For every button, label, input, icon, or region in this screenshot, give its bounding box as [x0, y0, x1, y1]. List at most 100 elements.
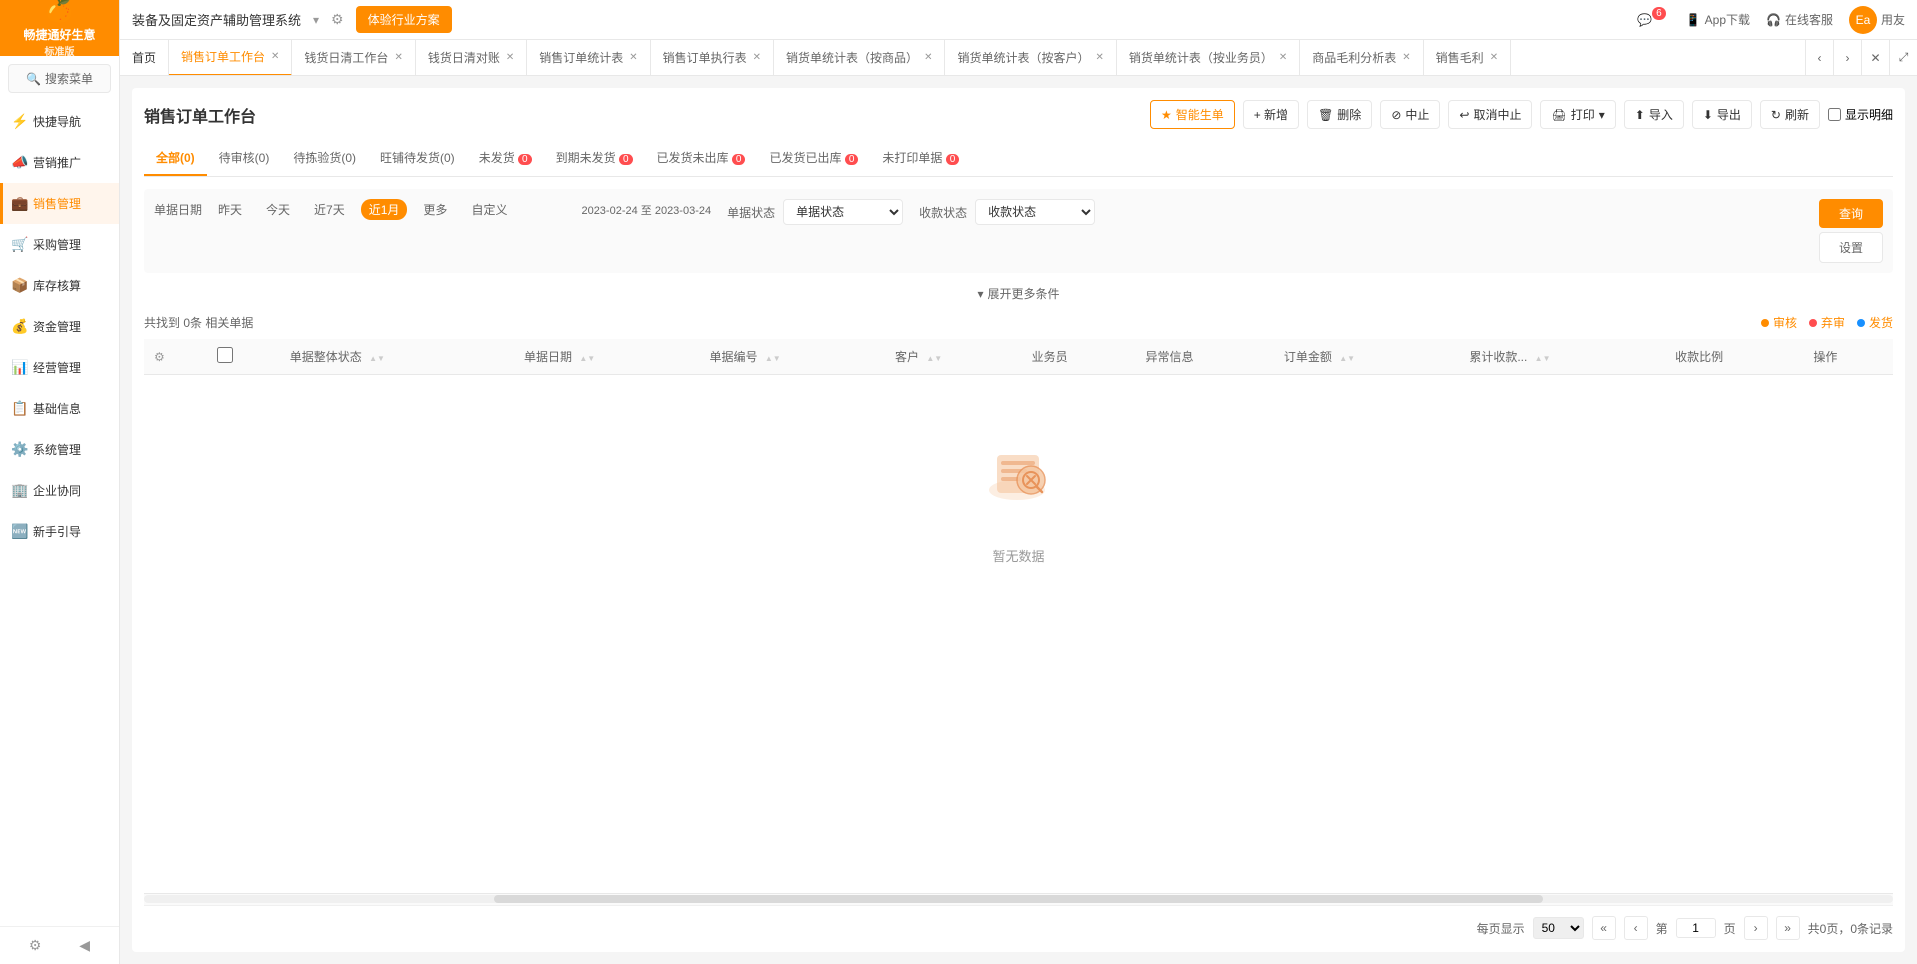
sidebar-item-guide[interactable]: 🆕 新手引导 — [0, 511, 119, 552]
smart-gen-btn[interactable]: ★ 智能生单 — [1150, 100, 1235, 129]
tab-close-icon[interactable]: ✕ — [1095, 52, 1103, 63]
sidebar-item-basic[interactable]: 📋 基础信息 — [0, 388, 119, 429]
import-label: 导入 — [1649, 106, 1673, 123]
tab-close-icon[interactable]: ✕ — [506, 52, 514, 63]
sidebar-item-sales[interactable]: 💼 销售管理 — [0, 183, 119, 224]
tab-next-btn[interactable]: › — [1833, 40, 1861, 76]
scroll-bar-wrapper[interactable] — [144, 893, 1893, 905]
tab-sales-product[interactable]: 销货单统计表（按商品） ✕ — [774, 40, 945, 76]
sidebar-item-finance[interactable]: 💰 资金管理 — [0, 306, 119, 347]
sub-tab-overdue[interactable]: 到期未发货 0 — [544, 141, 645, 176]
tab-expand-btn[interactable]: ⤢ — [1889, 40, 1917, 76]
sidebar-item-operation[interactable]: 📊 经营管理 — [0, 347, 119, 388]
table-settings-icon[interactable]: ⚙ — [154, 350, 165, 364]
sidebar-search-area[interactable]: 🔍 搜索菜单 — [0, 56, 119, 101]
select-all-checkbox[interactable] — [217, 347, 233, 363]
tab-sales-gross[interactable]: 销售毛利 ✕ — [1424, 40, 1511, 76]
message-item[interactable]: 💬 6 — [1637, 13, 1670, 27]
status-filter-select[interactable]: 单据状态 — [783, 199, 903, 225]
tab-gross-margin[interactable]: 商品毛利分析表 ✕ — [1300, 40, 1423, 76]
filter-custom[interactable]: 自定义 — [463, 199, 515, 220]
query-btn[interactable]: 查询 — [1819, 199, 1883, 228]
show-detail-checkbox[interactable] — [1828, 108, 1841, 121]
refresh-btn[interactable]: ↻ 刷新 — [1760, 100, 1820, 129]
tab-close-all-btn[interactable]: ✕ — [1861, 40, 1889, 76]
tab-close-icon[interactable]: ✕ — [1490, 52, 1498, 63]
payment-filter-select[interactable]: 收款状态 — [975, 199, 1095, 225]
header-dropdown-icon[interactable]: ▾ — [313, 13, 319, 27]
sub-tab-pending-inspection[interactable]: 待拣验货(0) — [281, 141, 368, 176]
tab-sales-customer[interactable]: 销货单统计表（按客户） ✕ — [945, 40, 1116, 76]
sidebar-collapse-btn[interactable]: ◀ — [79, 937, 90, 954]
solution-btn[interactable]: 体验行业方案 — [356, 6, 452, 33]
filter-today[interactable]: 今天 — [258, 199, 298, 220]
tab-close-icon[interactable]: ✕ — [394, 52, 402, 63]
sidebar-search-button[interactable]: 🔍 搜索菜单 — [8, 64, 111, 93]
tab-sales-exec[interactable]: 销售订单执行表 ✕ — [651, 40, 774, 76]
cancel-abort-btn[interactable]: ↩ 取消中止 — [1448, 100, 1532, 129]
sub-tab-pending-review[interactable]: 待审核(0) — [207, 141, 282, 176]
export-btn[interactable]: ⬇ 导出 — [1692, 100, 1752, 129]
tab-close-icon[interactable]: ✕ — [924, 52, 932, 63]
show-detail-label[interactable]: 显示明细 — [1828, 106, 1893, 123]
page-size-select[interactable]: 50 10 20 100 — [1533, 917, 1584, 939]
last-page-btn[interactable]: » — [1776, 916, 1800, 940]
sub-tab-shipped-out[interactable]: 已发货已出库 0 — [757, 141, 870, 176]
tab-close-icon[interactable]: ✕ — [1279, 52, 1287, 63]
sidebar-item-marketing[interactable]: 📣 营销推广 — [0, 142, 119, 183]
app-download-item[interactable]: 📱 App下载 — [1686, 11, 1750, 28]
page-input[interactable] — [1676, 918, 1716, 938]
first-page-btn[interactable]: « — [1592, 916, 1616, 940]
ship-action[interactable]: 发货 — [1857, 314, 1893, 331]
tab-close-icon[interactable]: ✕ — [753, 52, 761, 63]
tab-close-icon[interactable]: ✕ — [629, 52, 637, 63]
user-item[interactable]: Ea 用友 — [1849, 6, 1905, 34]
filter-date-range: 2023-02-24 至 2023-03-24 — [581, 202, 711, 218]
tab-close-icon[interactable]: ✕ — [271, 51, 279, 62]
message-badge: 6 — [1652, 7, 1666, 20]
expand-btn[interactable]: ▾ 展开更多条件 — [969, 281, 1067, 306]
tab-prev-btn[interactable]: ‹ — [1805, 40, 1833, 76]
sidebar-item-system[interactable]: ⚙️ 系统管理 — [0, 429, 119, 470]
sub-tab-shipped-not-out[interactable]: 已发货未出库 0 — [645, 141, 758, 176]
unreviewed-label: 弃审 — [1821, 314, 1845, 331]
tab-cash-daily[interactable]: 钱货日清工作台 ✕ — [292, 40, 415, 76]
tab-cash-reconcile[interactable]: 钱货日清对账 ✕ — [416, 40, 527, 76]
filter-more[interactable]: 更多 — [415, 199, 455, 220]
unreviewed-action[interactable]: 弃审 — [1809, 314, 1845, 331]
tab-close-icon[interactable]: ✕ — [1402, 52, 1410, 63]
sub-tab-not-printed[interactable]: 未打印单据 0 — [870, 141, 971, 176]
next-page-btn[interactable]: › — [1744, 916, 1768, 940]
print-btn[interactable]: 🖨 打印 ▾ — [1540, 100, 1615, 129]
sub-tab-wangpu[interactable]: 旺铺待发货(0) — [368, 141, 467, 176]
tab-sales-workbench[interactable]: 销售订单工作台 ✕ — [169, 40, 292, 76]
sub-tab-all[interactable]: 全部(0) — [144, 141, 207, 176]
sub-tab-not-shipped[interactable]: 未发货 0 — [467, 141, 544, 176]
setting-btn[interactable]: 设置 — [1819, 232, 1883, 263]
status-filter-label: 单据状态 — [727, 204, 775, 221]
sidebar-item-purchase[interactable]: 🛒 采购管理 — [0, 224, 119, 265]
sidebar-item-inventory[interactable]: 📦 库存核算 — [0, 265, 119, 306]
online-service-item[interactable]: 🎧 在线客服 — [1766, 11, 1833, 28]
header-gear-icon[interactable]: ⚙ — [331, 11, 344, 28]
tab-home[interactable]: 首页 — [120, 40, 169, 76]
sidebar-item-enterprise[interactable]: 🏢 企业协同 — [0, 470, 119, 511]
sidebar-item-quick[interactable]: ⚡ 快捷导航 — [0, 101, 119, 142]
prev-page-btn[interactable]: ‹ — [1624, 916, 1648, 940]
delete-label: 删除 — [1337, 106, 1361, 123]
filter-yesterday[interactable]: 昨天 — [210, 199, 250, 220]
filter-last7[interactable]: 近7天 — [306, 199, 353, 220]
payment-filter-group: 收款状态 收款状态 — [919, 199, 1095, 225]
filter-last1month[interactable]: 近1月 — [361, 199, 408, 220]
sidebar-settings-btn[interactable]: ⚙ — [29, 937, 42, 954]
sidebar-item-label: 企业协同 — [33, 482, 81, 499]
add-btn[interactable]: + 新增 — [1243, 100, 1299, 129]
review-action[interactable]: 审核 — [1761, 314, 1797, 331]
scroll-bar-thumb[interactable] — [494, 895, 1543, 903]
sidebar-item-label: 营销推广 — [33, 154, 81, 171]
delete-btn[interactable]: 🗑 删除 — [1307, 100, 1372, 129]
tab-sales-stats[interactable]: 销售订单统计表 ✕ — [527, 40, 650, 76]
tab-sales-staff[interactable]: 销货单统计表（按业务员） ✕ — [1117, 40, 1300, 76]
abort-btn[interactable]: ⊘ 中止 — [1380, 100, 1440, 129]
import-btn[interactable]: ⬆ 导入 — [1624, 100, 1684, 129]
